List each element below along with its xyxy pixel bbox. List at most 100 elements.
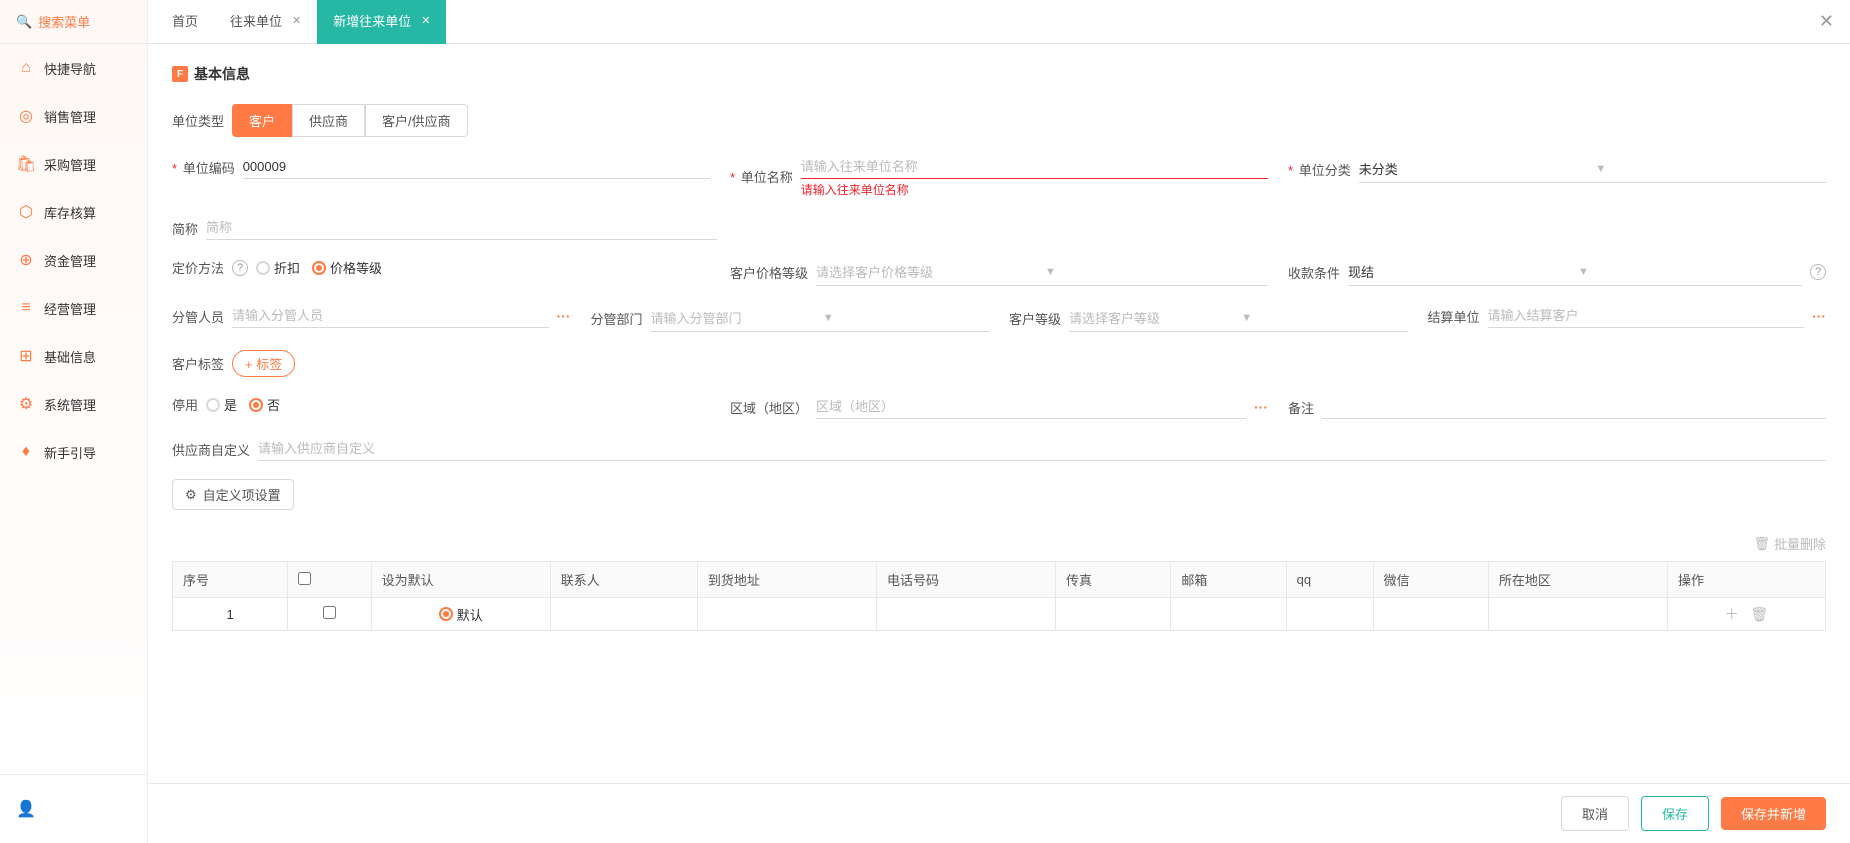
pricing-discount-radio[interactable]: 折扣 xyxy=(256,258,300,277)
pricing-row: 定价方法 ? 折扣 价格等级 客户价格等级 xyxy=(172,258,1826,286)
unit-type-group: 客户 供应商 客户/供应商 xyxy=(232,104,468,137)
unit-type-label: 单位类型 xyxy=(172,111,224,130)
tab-home[interactable]: 首页 xyxy=(156,0,214,44)
customer-level-select[interactable]: 请选择客户等级 ▼ xyxy=(1069,304,1407,332)
row-address xyxy=(697,598,876,631)
close-all-tabs-button[interactable]: ✕ xyxy=(1811,7,1842,36)
save-and-new-button[interactable]: 保存并新增 xyxy=(1721,797,1826,830)
payment-terms-arrow: ▼ xyxy=(1578,266,1802,278)
unit-code-input[interactable] xyxy=(243,155,710,179)
payment-terms-select[interactable]: 现结 ▼ xyxy=(1348,258,1802,286)
disabled-region-row: 停用 是 否 区域（地区） ··· xyxy=(172,395,1826,419)
row-seq: 1 xyxy=(173,598,288,631)
disabled-no-label: 否 xyxy=(267,395,280,414)
batch-delete-label: 批量删除 xyxy=(1774,534,1826,553)
sidebar-label-purchase: 采购管理 xyxy=(44,155,96,174)
remark-field: 备注 xyxy=(1288,395,1826,419)
col-email: 邮箱 xyxy=(1171,562,1286,598)
row-phone xyxy=(876,598,1055,631)
settlement-unit-more-btn[interactable]: ··· xyxy=(1812,308,1826,324)
sidebar-search-label: 搜索菜单 xyxy=(38,12,90,31)
sidebar-item-newbie[interactable]: ♦ 新手引导 xyxy=(0,428,147,476)
sidebar: 🔍 搜索菜单 ⌂ 快捷导航 ◎ 销售管理 🛍 采购管理 ⬡ 库存核算 ⊕ 资金管… xyxy=(0,0,148,843)
region-field: 区域（地区） ··· xyxy=(730,395,1268,419)
settlement-unit-label: 结算单位 xyxy=(1428,307,1480,326)
pricing-help-icon[interactable]: ? xyxy=(232,260,248,276)
row-checkbox-cell xyxy=(288,598,371,631)
sidebar-label-newbie: 新手引导 xyxy=(44,443,96,462)
sidebar-item-inventory[interactable]: ⬡ 库存核算 xyxy=(0,188,147,236)
region-input[interactable] xyxy=(816,395,1246,419)
row-wechat xyxy=(1373,598,1488,631)
custom-settings-button[interactable]: ⚙ 自定义项设置 xyxy=(172,479,294,510)
department-select[interactable]: 请输入分管部门 ▼ xyxy=(651,304,989,332)
manager-more-btn[interactable]: ··· xyxy=(557,308,571,324)
customer-price-level-field: 客户价格等级 请选择客户价格等级 ▼ xyxy=(730,258,1268,286)
department-arrow: ▼ xyxy=(823,312,989,324)
unit-category-value: 未分类 xyxy=(1359,159,1590,178)
sales-icon: ◎ xyxy=(16,106,36,126)
row-checkbox[interactable] xyxy=(323,606,336,619)
remark-label: 备注 xyxy=(1288,398,1314,417)
tab-close-partner[interactable]: ✕ xyxy=(292,14,301,27)
row-region xyxy=(1488,598,1667,631)
unit-type-customer-btn[interactable]: 客户 xyxy=(232,104,292,137)
operations-icon: ≡ xyxy=(16,298,36,318)
unit-category-select[interactable]: 未分类 ▼ xyxy=(1359,155,1826,183)
sidebar-item-finance[interactable]: ⊕ 资金管理 xyxy=(0,236,147,284)
row-default-dot xyxy=(443,611,449,617)
select-all-checkbox[interactable] xyxy=(298,572,311,585)
row-add-icon[interactable]: ＋ xyxy=(1725,606,1739,622)
sidebar-search[interactable]: 🔍 搜索菜单 xyxy=(0,0,147,44)
system-icon: ⚙ xyxy=(16,394,36,414)
customer-price-level-select[interactable]: 请选择客户价格等级 ▼ xyxy=(816,258,1268,286)
tab-new-partner[interactable]: 新增往来单位✕ xyxy=(317,0,446,44)
batch-delete-icon: 🗑 xyxy=(1753,536,1770,552)
manager-input[interactable] xyxy=(232,304,548,328)
disabled-yes-label: 是 xyxy=(224,395,237,414)
tab-close-new-partner[interactable]: ✕ xyxy=(421,14,430,27)
batch-delete-area[interactable]: 🗑 批量删除 xyxy=(172,534,1826,553)
tab-label-partner: 往来单位 xyxy=(230,11,282,30)
unit-name-input[interactable] xyxy=(801,155,1268,179)
settlement-unit-input[interactable] xyxy=(1488,304,1804,328)
short-name-input[interactable] xyxy=(206,216,717,240)
sidebar-item-purchase[interactable]: 🛍 采购管理 xyxy=(0,140,147,188)
payment-terms-field: 收款条件 现结 ▼ ? xyxy=(1288,258,1826,286)
sidebar-item-profile[interactable]: 👤 xyxy=(0,785,147,833)
sidebar-label-quick-nav: 快捷导航 xyxy=(44,59,96,78)
cancel-button[interactable]: 取消 xyxy=(1561,796,1629,831)
remark-input[interactable] xyxy=(1322,395,1826,419)
sidebar-label-basic-info: 基础信息 xyxy=(44,347,96,366)
search-icon: 🔍 xyxy=(16,14,32,30)
sidebar-item-operations[interactable]: ≡ 经营管理 xyxy=(0,284,147,332)
sidebar-item-basic-info[interactable]: ⊞ 基础信息 xyxy=(0,332,147,380)
add-tag-button[interactable]: + 标签 xyxy=(232,350,295,377)
payment-terms-help-icon[interactable]: ? xyxy=(1810,264,1826,280)
region-more-btn[interactable]: ··· xyxy=(1254,399,1268,415)
disabled-yes-radio[interactable]: 是 xyxy=(206,395,237,414)
unit-type-both-btn[interactable]: 客户/供应商 xyxy=(365,104,468,137)
pricing-level-radio[interactable]: 价格等级 xyxy=(312,258,382,277)
sidebar-item-system[interactable]: ⚙ 系统管理 xyxy=(0,380,147,428)
pricing-discount-circle xyxy=(256,261,270,275)
main-area: 首页往来单位✕新增往来单位✕ ✕ F 基本信息 单位类型 客户 供应商 客户/供… xyxy=(148,0,1850,843)
table-row: 1 默认 xyxy=(173,598,1826,631)
short-name-label: 简称 xyxy=(172,219,198,238)
pricing-level-circle xyxy=(312,261,326,275)
row-default-radio[interactable]: 默认 xyxy=(382,605,540,624)
sidebar-item-sales[interactable]: ◎ 销售管理 xyxy=(0,92,147,140)
disabled-no-radio[interactable]: 否 xyxy=(249,395,280,414)
col-contact: 联系人 xyxy=(550,562,697,598)
disabled-field: 停用 是 否 xyxy=(172,395,710,414)
customer-level-label: 客户等级 xyxy=(1009,309,1061,328)
supplier-custom-input[interactable] xyxy=(258,437,1826,461)
col-checkbox xyxy=(288,562,371,598)
row-delete-icon[interactable]: 🗑 xyxy=(1750,606,1768,622)
short-name-field: 简称 xyxy=(172,216,717,240)
unit-type-supplier-btn[interactable]: 供应商 xyxy=(292,104,365,137)
sidebar-item-quick-nav[interactable]: ⌂ 快捷导航 xyxy=(0,44,147,92)
save-button[interactable]: 保存 xyxy=(1641,796,1709,831)
sidebar-label-sales: 销售管理 xyxy=(44,107,96,126)
tab-partner[interactable]: 往来单位 ✕ xyxy=(214,0,317,44)
